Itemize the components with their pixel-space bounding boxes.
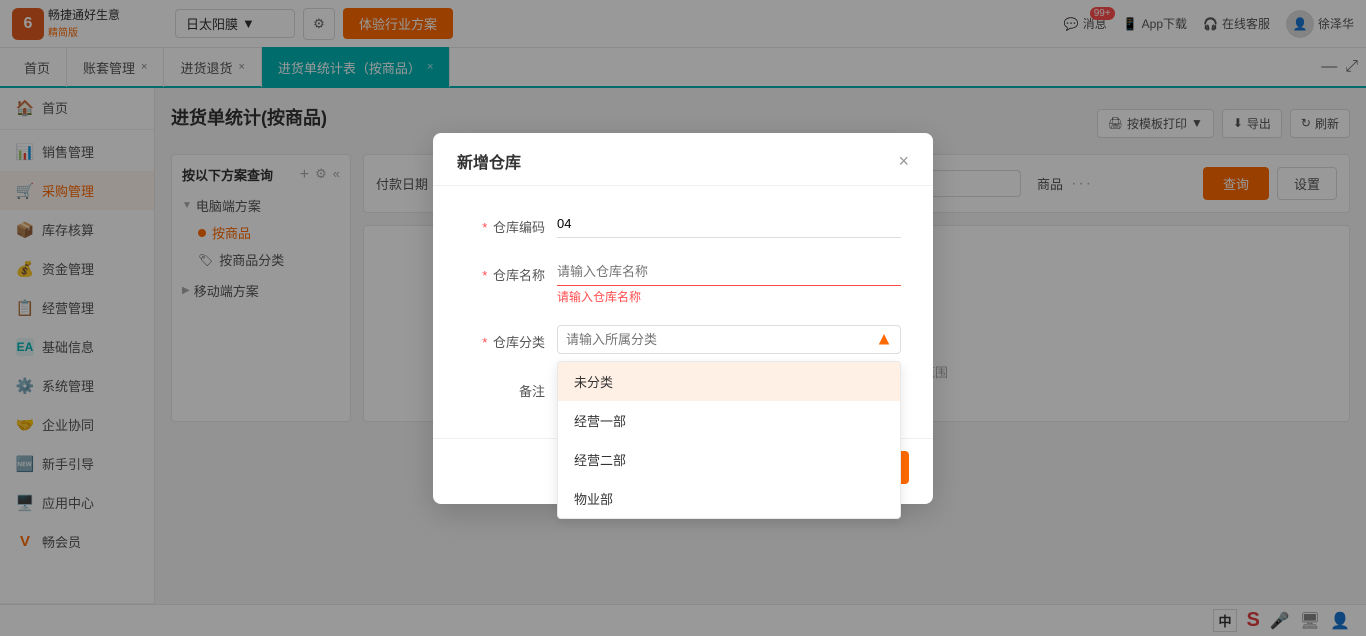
name-input[interactable] xyxy=(557,258,901,286)
dropdown-item-3[interactable]: 物业部 xyxy=(558,479,900,518)
category-input[interactable] xyxy=(557,325,901,354)
code-row: * 仓库编码 xyxy=(465,210,901,238)
category-row: * 仓库分类 ▲ 未分类 经营一部 经营二部 物业部 xyxy=(465,325,901,354)
category-arrow-icon[interactable]: ▲ xyxy=(875,329,893,350)
name-row: * 仓库名称 请输入仓库名称 xyxy=(465,258,901,305)
modal-title: 新增仓库 xyxy=(457,149,521,173)
note-label: 备注 xyxy=(465,374,545,400)
category-select-wrap: ▲ 未分类 经营一部 经营二部 物业部 xyxy=(557,325,901,354)
new-warehouse-modal: 新增仓库 × * 仓库编码 * 仓库名称 请输入仓库名称 xyxy=(433,133,933,504)
code-label: * 仓库编码 xyxy=(465,210,545,236)
modal-header: 新增仓库 × xyxy=(433,133,933,186)
modal-overlay: 新增仓库 × * 仓库编码 * 仓库名称 请输入仓库名称 xyxy=(0,0,1366,636)
dropdown-item-0[interactable]: 未分类 xyxy=(558,362,900,401)
name-label: * 仓库名称 xyxy=(465,258,545,284)
category-label: * 仓库分类 xyxy=(465,325,545,351)
code-input[interactable] xyxy=(557,210,901,238)
category-dropdown: 未分类 经营一部 经营二部 物业部 xyxy=(557,361,901,519)
dropdown-item-2[interactable]: 经营二部 xyxy=(558,440,900,479)
modal-close-button[interactable]: × xyxy=(898,152,909,170)
dropdown-item-1[interactable]: 经营一部 xyxy=(558,401,900,440)
name-error-msg: 请输入仓库名称 xyxy=(557,288,901,305)
modal-body: * 仓库编码 * 仓库名称 请输入仓库名称 * xyxy=(433,186,933,438)
